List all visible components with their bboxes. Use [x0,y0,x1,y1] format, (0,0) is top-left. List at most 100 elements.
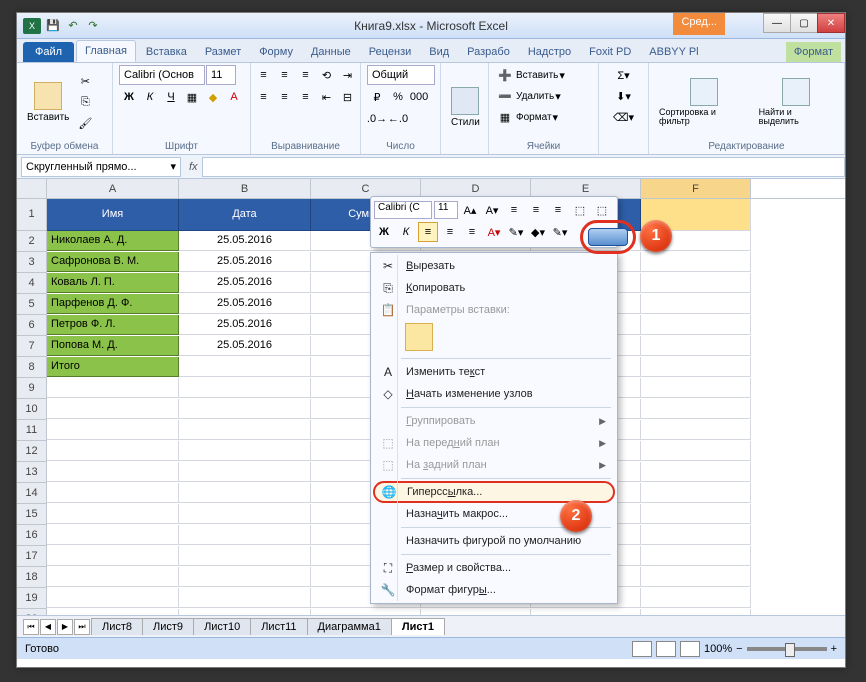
mini-size-select[interactable]: 11 [434,201,458,219]
cm-bring-front[interactable]: ⬚На передний план▶ [373,432,615,454]
date-cell[interactable]: 25.05.2016 [179,273,311,293]
sheet-tab[interactable]: Лист9 [142,618,194,635]
format-cell-icon[interactable]: ▦ [495,107,515,127]
name-cell[interactable]: Коваль Л. П. [47,273,179,293]
date-cell[interactable]: 25.05.2016 [179,231,311,251]
mini-send-back-icon[interactable]: ⬚ [570,200,590,220]
dec-decimal-button[interactable]: ←.0 [388,109,408,129]
align-left-button[interactable]: ≡ [254,87,274,107]
tab-data[interactable]: Данные [303,42,359,62]
mini-align-highlight-button[interactable]: ≡ [418,222,438,242]
row-header-20[interactable]: 20 [17,609,47,615]
cm-set-default[interactable]: Назначить фигурой по умолчанию [373,530,615,552]
sheet-tab[interactable]: Лист11 [250,618,307,635]
select-all-corner[interactable] [17,179,47,198]
tab-format[interactable]: Формат [786,42,841,62]
tab-abbyy[interactable]: ABBYY Pl [641,42,706,62]
row-header-7[interactable]: 7 [17,336,47,357]
format-painter-icon[interactable]: 🖌 [75,113,95,133]
row-header-6[interactable]: 6 [17,315,47,336]
align-center-button[interactable]: ≡ [275,87,295,107]
row-header-5[interactable]: 5 [17,294,47,315]
view-break-button[interactable] [680,641,700,657]
cell-f[interactable] [641,273,751,293]
date-cell[interactable] [179,357,311,377]
align-right-button[interactable]: ≡ [296,87,316,107]
align-bottom-button[interactable]: ≡ [296,65,316,85]
font-color-button[interactable]: A [224,87,244,107]
cell-f[interactable] [641,315,751,335]
mini-bring-front-icon[interactable]: ⬚ [592,200,612,220]
row-header-14[interactable]: 14 [17,483,47,504]
number-format-select[interactable]: Общий [367,65,435,85]
tab-nav-prev[interactable]: ◀ [40,619,56,635]
tab-insert[interactable]: Вставка [138,42,195,62]
indent-dec-button[interactable]: ⇤ [317,87,337,107]
mini-align-center-button[interactable]: ≡ [526,200,546,220]
clear-button[interactable]: ⌫▾ [614,107,634,127]
row-header-18[interactable]: 18 [17,567,47,588]
align-middle-button[interactable]: ≡ [275,65,295,85]
mini-align2-button[interactable]: ≡ [440,222,460,242]
row-header-9[interactable]: 9 [17,378,47,399]
fill-button[interactable]: ⬇▾ [614,86,634,106]
paste-option-icon[interactable] [405,323,433,351]
sheet-tab[interactable]: Лист1 [391,618,445,635]
col-header-f[interactable]: F [641,179,751,198]
row-header-8[interactable]: 8 [17,357,47,378]
formula-input[interactable] [202,157,845,177]
row-header-3[interactable]: 3 [17,252,47,273]
cm-size-props[interactable]: ⛶Размер и свойства... [373,557,615,579]
row-header-1[interactable]: 1 [17,199,47,231]
view-normal-button[interactable] [632,641,652,657]
delete-cell-icon[interactable]: ➖ [495,86,515,106]
mini-font-select[interactable]: Calibri (С [374,201,432,219]
name-cell[interactable]: Парфенов Д. Ф. [47,294,179,314]
bold-button[interactable]: Ж [119,87,139,107]
tab-nav-first[interactable]: ⏮ [23,619,39,635]
copy-icon[interactable]: ⎘ [75,92,95,112]
delete-cell-button[interactable]: Удалить [516,91,554,102]
row-header-12[interactable]: 12 [17,441,47,462]
tab-foxit[interactable]: Foxit PD [581,42,639,62]
align-top-button[interactable]: ≡ [254,65,274,85]
mini-effects-button[interactable]: ✎▾ [550,222,570,242]
row-header-15[interactable]: 15 [17,504,47,525]
cm-format-shape[interactable]: 🔧Формат фигуры... [373,579,615,601]
border-button[interactable]: ▦ [182,87,202,107]
row-header-10[interactable]: 10 [17,399,47,420]
cm-send-back[interactable]: ⬚На задний план▶ [373,454,615,476]
row-header-2[interactable]: 2 [17,231,47,252]
tab-developer[interactable]: Разрабо [459,42,518,62]
percent-button[interactable]: % [388,87,408,107]
tab-file[interactable]: Файл [23,42,74,62]
name-cell[interactable]: Попова М. Д. [47,336,179,356]
close-button[interactable]: ✕ [817,13,845,33]
minimize-button[interactable]: — [763,13,791,33]
mini-align-right-button[interactable]: ≡ [548,200,568,220]
sred-button[interactable]: Сред... [673,13,725,35]
mini-fill-color-button[interactable]: ◆▾ [528,222,548,242]
header-date[interactable]: Дата [179,199,311,231]
cut-icon[interactable]: ✂ [75,71,95,91]
cm-paste-options[interactable] [373,321,615,356]
mini-align3-button[interactable]: ≡ [462,222,482,242]
mini-align-left-button[interactable]: ≡ [504,200,524,220]
save-icon[interactable]: 💾 [45,18,61,34]
redo-icon[interactable]: ↷ [85,18,101,34]
mini-grow-font-button[interactable]: A▴ [460,200,480,220]
row-header-17[interactable]: 17 [17,546,47,567]
insert-cell-button[interactable]: Вставить [516,70,558,81]
mini-shrink-font-button[interactable]: A▾ [482,200,502,220]
mini-font-color-button[interactable]: A▾ [484,222,504,242]
cell-f[interactable] [641,357,751,377]
date-cell[interactable]: 25.05.2016 [179,252,311,272]
paste-button[interactable]: Вставить [23,80,73,125]
font-name-select[interactable]: Calibri (Основ [119,65,205,85]
fx-icon[interactable]: fx [189,161,198,173]
sheet-tab[interactable]: Лист8 [91,618,143,635]
date-cell[interactable]: 25.05.2016 [179,315,311,335]
cell-f[interactable] [641,336,751,356]
header-name[interactable]: Имя [47,199,179,231]
sheet-tab[interactable]: Диаграмма1 [307,618,392,635]
